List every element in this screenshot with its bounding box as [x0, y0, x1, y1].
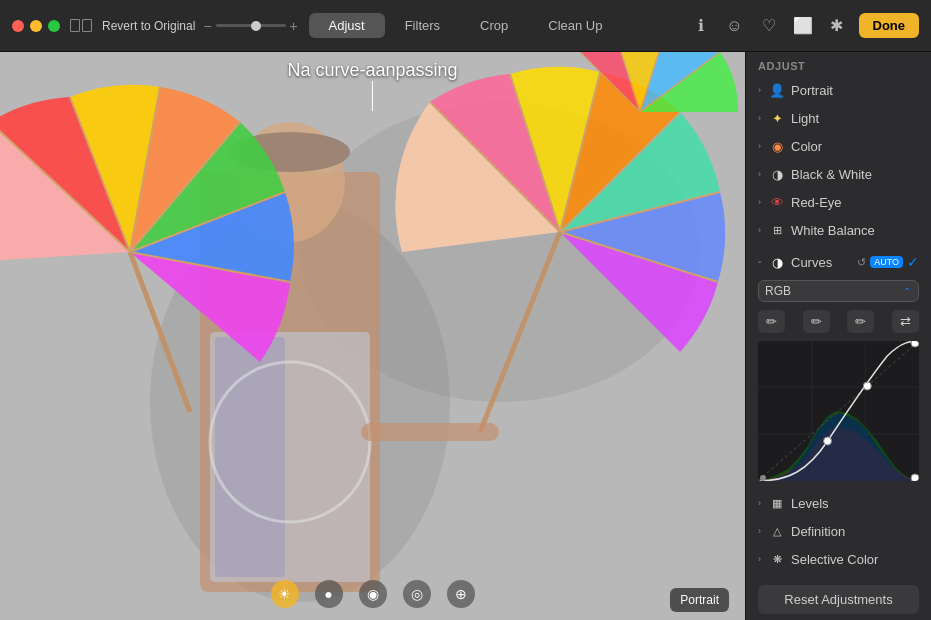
undo-icon[interactable]: ↺	[857, 256, 866, 269]
callout: Na curve-aanpassing	[287, 60, 457, 111]
tool-circle4[interactable]: ⊕	[447, 580, 475, 608]
eyedropper-row: ✏ ✏ ✏ ⇄	[746, 306, 931, 337]
close-button[interactable]	[12, 20, 24, 32]
tool-sun[interactable]: ☀	[271, 580, 299, 608]
zoom-plus-icon: +	[290, 18, 298, 34]
titlebar: Revert to Original − + Adjust Filters Cr…	[0, 0, 931, 52]
portrait-button[interactable]: Portrait	[670, 588, 729, 612]
info-button[interactable]: ℹ	[689, 14, 713, 38]
curves-actions: ↺ AUTO ✓	[857, 254, 919, 270]
swap-btn[interactable]: ⇄	[892, 310, 919, 333]
right-panel: ADJUST › 👤 Portrait › ✦ Light › ◉ Color …	[745, 52, 931, 620]
auto-badge[interactable]: AUTO	[870, 256, 903, 268]
panel-header: ADJUST	[746, 52, 931, 76]
chevron-right-icon: ›	[758, 498, 761, 508]
chevron-right-icon: ›	[758, 554, 761, 564]
main-area: Na curve-aanpassing ☀ ● ◉ ◎ ⊕ Portrait A…	[0, 52, 931, 620]
light-icon: ✦	[769, 110, 785, 126]
adjust-item-portrait[interactable]: › 👤 Portrait	[746, 76, 931, 104]
adjust-item-levels[interactable]: › ▦ Levels	[746, 489, 931, 517]
heart-button[interactable]: ♡	[757, 14, 781, 38]
levels-label: Levels	[791, 496, 919, 511]
rgb-select-row: RGB Red Green Blue ⌃	[746, 276, 931, 306]
curves-graph[interactable]	[758, 341, 919, 481]
wb-icon: ⊞	[769, 222, 785, 238]
curves-label: Curves	[791, 255, 851, 270]
definition-label: Definition	[791, 524, 919, 539]
tool-circle1[interactable]: ●	[315, 580, 343, 608]
chevron-right-icon: ›	[758, 85, 761, 95]
fullscreen-button[interactable]	[48, 20, 60, 32]
chevron-right-icon: ›	[758, 197, 761, 207]
bw-icon: ◑	[769, 166, 785, 182]
curves-check-icon[interactable]: ✓	[907, 254, 919, 270]
portrait-label: Portrait	[791, 83, 919, 98]
curves-icon: ◑	[769, 254, 785, 270]
rgb-select[interactable]: RGB Red Green Blue	[758, 280, 919, 302]
revert-button[interactable]: Revert to Original	[102, 19, 195, 33]
wb-label: White Balance	[791, 223, 919, 238]
adjust-item-light[interactable]: › ✦ Light	[746, 104, 931, 132]
adjust-item-color[interactable]: › ◉ Color	[746, 132, 931, 160]
adjust-item-selective[interactable]: › ❋ Selective Color	[746, 545, 931, 573]
color-icon: ◉	[769, 138, 785, 154]
definition-icon: △	[769, 523, 785, 539]
window-layout-icon[interactable]	[70, 19, 92, 32]
slider-thumb	[251, 21, 261, 31]
chevron-right-icon: ›	[758, 225, 761, 235]
portrait-icon: 👤	[769, 82, 785, 98]
eyedropper-mid-btn[interactable]: ✏	[803, 310, 830, 333]
svg-point-37	[911, 474, 919, 481]
titlebar-right: ℹ ☺ ♡ ⬜ ✱ Done	[689, 13, 920, 38]
tab-adjust[interactable]: Adjust	[309, 13, 385, 38]
tools-button[interactable]: ✱	[825, 14, 849, 38]
tab-filters[interactable]: Filters	[385, 13, 460, 38]
adjust-item-definition[interactable]: › △ Definition	[746, 517, 931, 545]
slider-track	[216, 24, 286, 27]
zoom-minus-icon: −	[203, 18, 211, 34]
svg-point-34	[863, 382, 871, 390]
tool-circle2[interactable]: ◉	[359, 580, 387, 608]
traffic-lights	[12, 20, 60, 32]
svg-point-33	[824, 437, 832, 445]
done-button[interactable]: Done	[859, 13, 920, 38]
share-button[interactable]: ⬜	[791, 14, 815, 38]
curves-header[interactable]: › ◑ Curves ↺ AUTO ✓	[746, 248, 931, 276]
curves-section: › ◑ Curves ↺ AUTO ✓ RGB Red Green Blue	[746, 248, 931, 485]
levels-icon: ▦	[769, 495, 785, 511]
image-area: Na curve-aanpassing ☀ ● ◉ ◎ ⊕ Portrait	[0, 52, 745, 620]
light-label: Light	[791, 111, 919, 126]
chevron-right-icon: ›	[758, 169, 761, 179]
selective-label: Selective Color	[791, 552, 919, 567]
redeye-label: Red-Eye	[791, 195, 919, 210]
rgb-select-wrapper: RGB Red Green Blue ⌃	[758, 280, 919, 302]
tab-cleanup[interactable]: Clean Up	[528, 13, 622, 38]
chevron-right-icon: ›	[758, 526, 761, 536]
adjust-item-wb[interactable]: › ⊞ White Balance	[746, 216, 931, 244]
minimize-button[interactable]	[30, 20, 42, 32]
photo-canvas	[0, 52, 745, 620]
chevron-right-icon: ›	[758, 113, 761, 123]
selective-icon: ❋	[769, 551, 785, 567]
eyedropper-white-btn[interactable]: ✏	[847, 310, 874, 333]
nav-tabs: Adjust Filters Crop Clean Up	[309, 13, 623, 38]
tab-crop[interactable]: Crop	[460, 13, 528, 38]
zoom-slider[interactable]: − +	[203, 18, 297, 34]
tool-circle3[interactable]: ◎	[403, 580, 431, 608]
svg-point-36	[760, 475, 766, 481]
emoji-button[interactable]: ☺	[723, 14, 747, 38]
eyedropper-black-btn[interactable]: ✏	[758, 310, 785, 333]
svg-point-35	[911, 341, 919, 347]
callout-line	[372, 81, 373, 111]
adjust-item-bw[interactable]: › ◑ Black & White	[746, 160, 931, 188]
bottom-toolbar: ☀ ● ◉ ◎ ⊕	[0, 580, 745, 608]
chevron-right-icon: ›	[758, 141, 761, 151]
callout-text: Na curve-aanpassing	[287, 60, 457, 80]
reset-adjustments-button[interactable]: Reset Adjustments	[758, 585, 919, 614]
curves-chevron-icon: ›	[755, 261, 765, 264]
adjust-item-redeye[interactable]: › 👁 Red-Eye	[746, 188, 931, 216]
redeye-icon: 👁	[769, 194, 785, 210]
color-label: Color	[791, 139, 919, 154]
bw-label: Black & White	[791, 167, 919, 182]
